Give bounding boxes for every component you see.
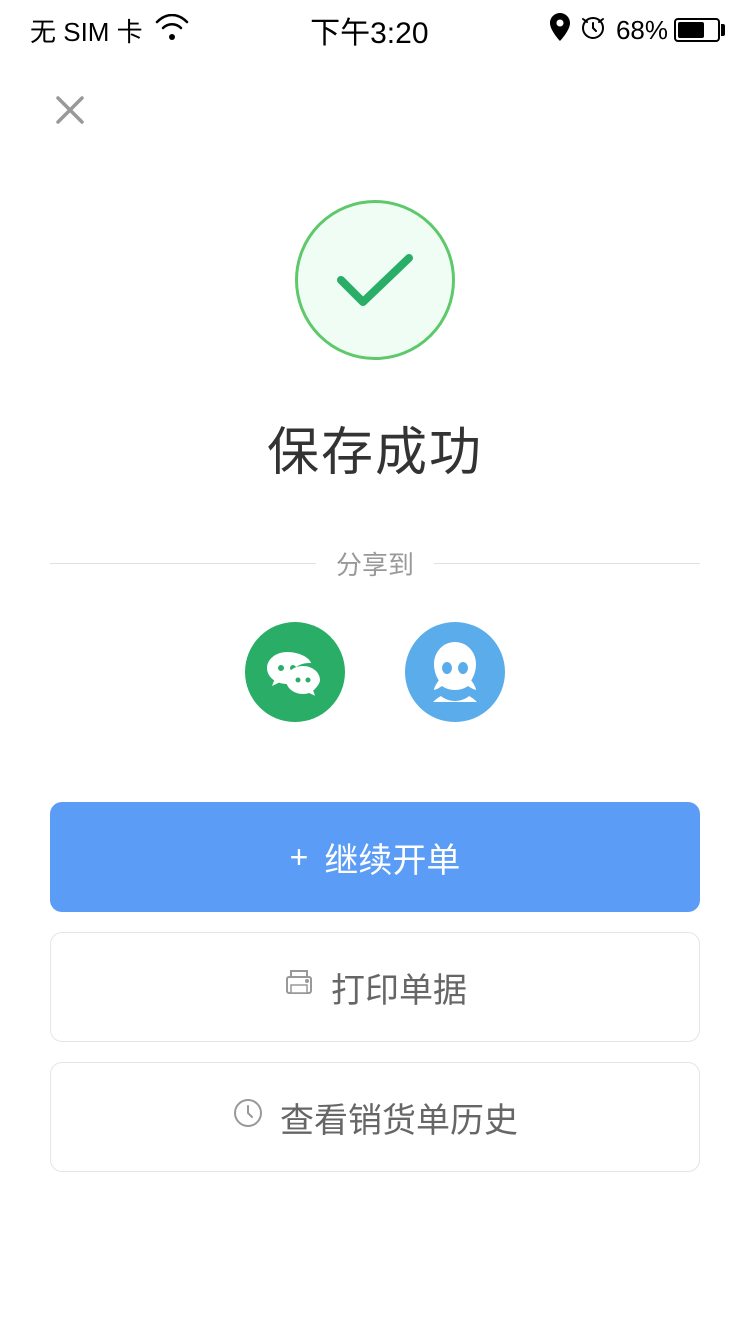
continue-label: 继续开单 [324, 833, 460, 882]
continue-button[interactable]: + 继续开单 [50, 802, 700, 912]
share-icons [50, 622, 700, 722]
close-button[interactable] [40, 80, 100, 140]
battery-text: 68% [616, 15, 668, 46]
share-label: 分享到 [336, 545, 414, 582]
share-line-left [50, 563, 316, 564]
battery: 68% [616, 15, 720, 46]
success-circle-container [50, 200, 700, 360]
status-right: 68% [550, 13, 720, 48]
success-title: 保存成功 [50, 410, 700, 485]
print-icon [283, 967, 315, 1007]
alarm-icon [580, 14, 606, 47]
history-icon [232, 1097, 264, 1137]
main-content: 保存成功 分享到 [0, 80, 750, 1172]
status-time: 下午3:20 [310, 8, 428, 52]
share-wechat-button[interactable] [245, 622, 345, 722]
location-icon [550, 13, 570, 48]
share-divider-row: 分享到 [50, 545, 700, 582]
wifi-icon [155, 14, 189, 47]
battery-icon [674, 18, 720, 42]
print-label: 打印单据 [331, 963, 467, 1012]
status-bar: 无 SIM 卡 下午3:20 68% [0, 0, 750, 60]
share-qq-button[interactable] [405, 622, 505, 722]
battery-fill [678, 22, 704, 38]
wechat-icon [265, 646, 325, 698]
qq-icon [426, 638, 484, 706]
share-line-right [434, 563, 700, 564]
plus-icon: + [290, 839, 309, 876]
action-buttons: + 继续开单 打印单据 查看销货单历史 [50, 802, 700, 1172]
share-section: 分享到 [50, 545, 700, 722]
history-label: 查看销货单历史 [280, 1093, 518, 1142]
history-button[interactable]: 查看销货单历史 [50, 1062, 700, 1172]
carrier-text: 无 SIM 卡 [30, 12, 143, 49]
success-circle [295, 200, 455, 360]
checkmark-icon [335, 250, 415, 310]
status-left: 无 SIM 卡 [30, 12, 189, 49]
print-button[interactable]: 打印单据 [50, 932, 700, 1042]
